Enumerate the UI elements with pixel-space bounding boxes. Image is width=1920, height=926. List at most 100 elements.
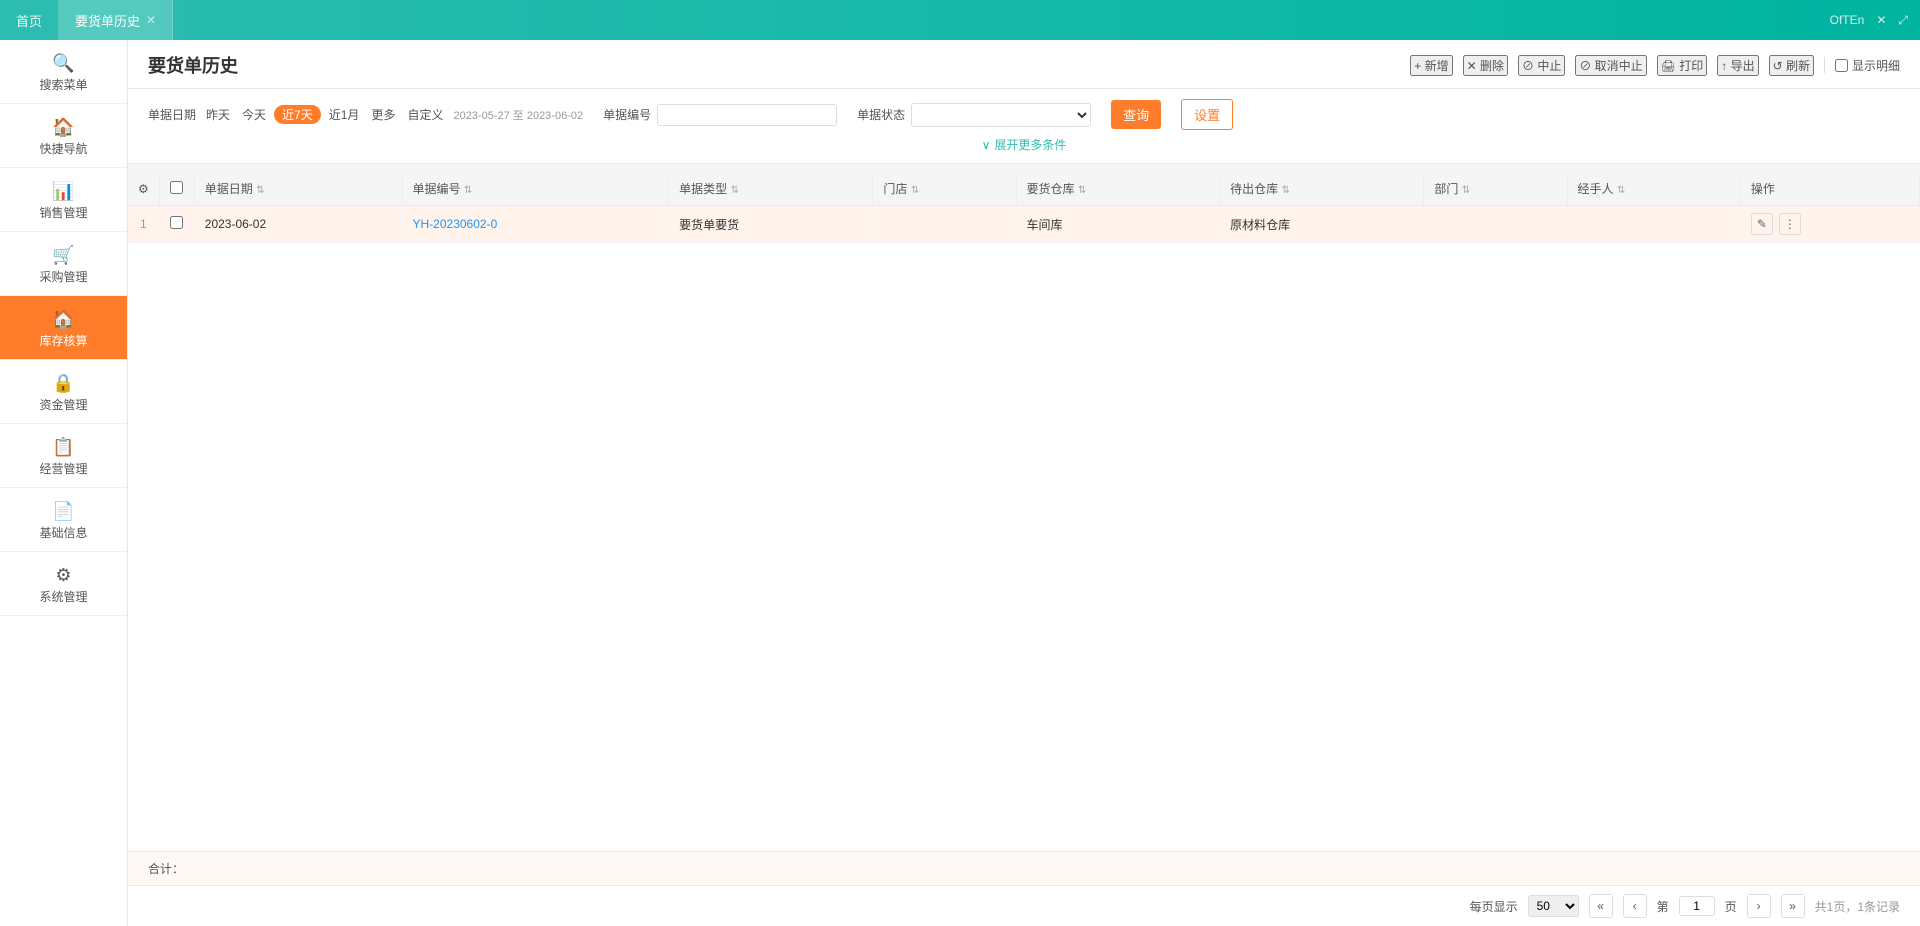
sidebar-item-system[interactable]: ⚙ 系统管理	[0, 552, 127, 616]
th-checkbox[interactable]	[159, 172, 194, 206]
page-next-btn[interactable]: ›	[1747, 894, 1771, 918]
row-num: 1	[128, 206, 159, 243]
doc-no-label: 单据编号	[603, 106, 651, 123]
summary-label: 合计：	[148, 860, 184, 877]
sidebar-item-search-label: 搜索菜单	[39, 76, 87, 93]
main-layout: 🔍 搜索菜单 🏠 快捷导航 📊 销售管理 🛒 采购管理 🏠 库存核算 🔒 资金管…	[0, 40, 1920, 926]
row-actions: ✎ ⋮	[1740, 206, 1919, 243]
settings-button[interactable]: 设置	[1181, 99, 1233, 130]
chevron-down-icon: ∨	[982, 138, 991, 152]
stop-button[interactable]: ⊘ 中止	[1518, 55, 1565, 76]
per-page-select[interactable]: 50 20 100	[1528, 895, 1579, 917]
sidebar-item-finance[interactable]: 🔒 资金管理	[0, 360, 127, 424]
page-last-btn[interactable]: »	[1781, 894, 1805, 918]
date-btn-7days[interactable]: 近7天	[274, 105, 321, 124]
tab-yaohuo[interactable]: 要货单历史 ✕	[59, 0, 173, 40]
th-pending-warehouse[interactable]: 待出仓库 ⇅	[1220, 172, 1424, 206]
cancel-stop-button[interactable]: ⊘ 取消中止	[1575, 55, 1646, 76]
toolbar-separator	[1824, 57, 1825, 73]
doc-no-link[interactable]: YH-20230602-0	[413, 217, 498, 231]
check-all-checkbox[interactable]	[170, 181, 183, 194]
cart-icon: 🛒	[52, 246, 74, 264]
page-prev-btn[interactable]: ‹	[1623, 894, 1647, 918]
sidebar-item-search[interactable]: 🔍 搜索菜单	[0, 40, 127, 104]
brand-label: OfTEn	[1830, 13, 1865, 27]
th-department[interactable]: 部门 ⇅	[1424, 172, 1567, 206]
table-area: ⚙ 单据日期 ⇅ 单据编号 ⇅ 单据类型 ⇅ 门店 ⇅ 要货仓库 ⇅ 待出仓库 …	[128, 172, 1920, 851]
sidebar-item-base[interactable]: 📄 基础信息	[0, 488, 127, 552]
action-edit-icon[interactable]: ✎	[1751, 213, 1773, 235]
th-action-label: 操作	[1751, 182, 1775, 196]
date-btn-yesterday[interactable]: 昨天	[202, 105, 234, 124]
data-table: ⚙ 单据日期 ⇅ 单据编号 ⇅ 单据类型 ⇅ 门店 ⇅ 要货仓库 ⇅ 待出仓库 …	[128, 172, 1920, 243]
query-button[interactable]: 查询	[1111, 100, 1161, 129]
sidebar-item-sales[interactable]: 📊 销售管理	[0, 168, 127, 232]
date-range-text: 2023-05-27 至 2023-06-02	[453, 107, 583, 123]
row-doc-no[interactable]: YH-20230602-0	[402, 206, 669, 243]
page-suffix: 页	[1725, 898, 1737, 915]
th-req-warehouse[interactable]: 要货仓库 ⇅	[1016, 172, 1220, 206]
page-first-btn[interactable]: «	[1589, 894, 1613, 918]
table-row: 1 2023-06-02 YH-20230602-0 要货单要货 车间库 原材料…	[128, 206, 1920, 243]
top-bar-right: OfTEn ✕ ⤢	[1830, 13, 1920, 28]
expand-more-btn[interactable]: ∨ 展开更多条件	[148, 136, 1900, 153]
filter-row-1: 单据日期 昨天 今天 近7天 近1月 更多 自定义 2023-05-27 至 2…	[148, 99, 1900, 130]
sidebar-item-inventory[interactable]: 🏠 库存核算	[0, 296, 127, 360]
th-doc-no[interactable]: 单据编号 ⇅	[402, 172, 669, 206]
sidebar-item-purchase[interactable]: 🛒 采购管理	[0, 232, 127, 296]
content-area: 要货单历史 + 新增 ✕ 删除 ⊘ 中止 ⊘ 取消中止 🖨 打印 ↑ 导出 ↺ …	[128, 40, 1920, 926]
window-close-icon[interactable]: ✕	[1876, 13, 1886, 27]
sidebar-item-inventory-label: 库存核算	[39, 332, 87, 349]
sidebar-item-quicknav[interactable]: 🏠 快捷导航	[0, 104, 127, 168]
th-doc-date-label: 单据日期	[205, 182, 253, 196]
th-handler-label: 经手人	[1578, 182, 1614, 196]
window-resize-icon[interactable]: ⤢	[1898, 13, 1908, 28]
th-doc-date[interactable]: 单据日期 ⇅	[194, 172, 402, 206]
date-shortcuts: 昨天 今天 近7天 近1月 更多 自定义	[202, 105, 447, 124]
show-detail-checkbox[interactable]	[1835, 59, 1848, 72]
finance-icon: 🔒	[52, 374, 74, 392]
tab-home-label: 首页	[16, 11, 42, 30]
search-icon: 🔍	[52, 54, 74, 72]
page-header: 要货单历史 + 新增 ✕ 删除 ⊘ 中止 ⊘ 取消中止 🖨 打印 ↑ 导出 ↺ …	[128, 40, 1920, 89]
tab-home[interactable]: 首页	[0, 0, 59, 40]
print-button[interactable]: 🖨 打印	[1657, 55, 1708, 76]
show-detail-checkbox-group: 显示明细	[1835, 57, 1900, 74]
date-btn-more[interactable]: 更多	[367, 105, 399, 124]
date-btn-custom[interactable]: 自定义	[403, 105, 447, 124]
action-more-icon[interactable]: ⋮	[1779, 213, 1801, 235]
th-handler[interactable]: 经手人 ⇅	[1567, 172, 1740, 206]
delete-button[interactable]: ✕ 删除	[1463, 55, 1508, 76]
th-doc-type[interactable]: 单据类型 ⇅	[669, 172, 873, 206]
page-input[interactable]	[1679, 896, 1715, 916]
row-department	[1424, 206, 1567, 243]
per-page-label: 每页显示	[1470, 898, 1518, 915]
pagination-bar: 每页显示 50 20 100 « ‹ 第 页 › » 共1页，1条记录	[128, 885, 1920, 926]
table-body: 1 2023-06-02 YH-20230602-0 要货单要货 车间库 原材料…	[128, 206, 1920, 243]
th-settings[interactable]: ⚙	[128, 172, 159, 206]
sidebar-item-purchase-label: 采购管理	[39, 268, 87, 285]
new-button[interactable]: + 新增	[1410, 55, 1452, 76]
sidebar-item-operation-label: 经营管理	[39, 460, 87, 477]
doc-no-input[interactable]	[657, 104, 837, 126]
date-btn-today[interactable]: 今天	[238, 105, 270, 124]
action-icons: ✎ ⋮	[1751, 213, 1909, 235]
doc-status-select[interactable]	[911, 103, 1091, 127]
row-pending-warehouse: 原材料仓库	[1220, 206, 1424, 243]
page-title: 要货单历史	[148, 52, 238, 78]
row-doc-type: 要货单要货	[669, 206, 873, 243]
th-store[interactable]: 门店 ⇅	[873, 172, 1016, 206]
page-title-row: 要货单历史 + 新增 ✕ 删除 ⊘ 中止 ⊘ 取消中止 🖨 打印 ↑ 导出 ↺ …	[148, 52, 1900, 78]
tab-list: 首页 要货单历史 ✕	[0, 0, 173, 40]
refresh-button[interactable]: ↺ 刷新	[1769, 55, 1814, 76]
th-pending-warehouse-label: 待出仓库	[1230, 182, 1278, 196]
show-detail-label: 显示明细	[1852, 57, 1900, 74]
tab-close-icon[interactable]: ✕	[146, 13, 156, 27]
sidebar-item-operation[interactable]: 📋 经营管理	[0, 424, 127, 488]
date-btn-1month[interactable]: 近1月	[325, 105, 364, 124]
th-action: 操作	[1740, 172, 1919, 206]
row-checkbox-cell	[159, 206, 194, 243]
row-checkbox[interactable]	[170, 216, 183, 229]
sort-icon-handler: ⇅	[1617, 185, 1625, 196]
export-button[interactable]: ↑ 导出	[1717, 55, 1758, 76]
